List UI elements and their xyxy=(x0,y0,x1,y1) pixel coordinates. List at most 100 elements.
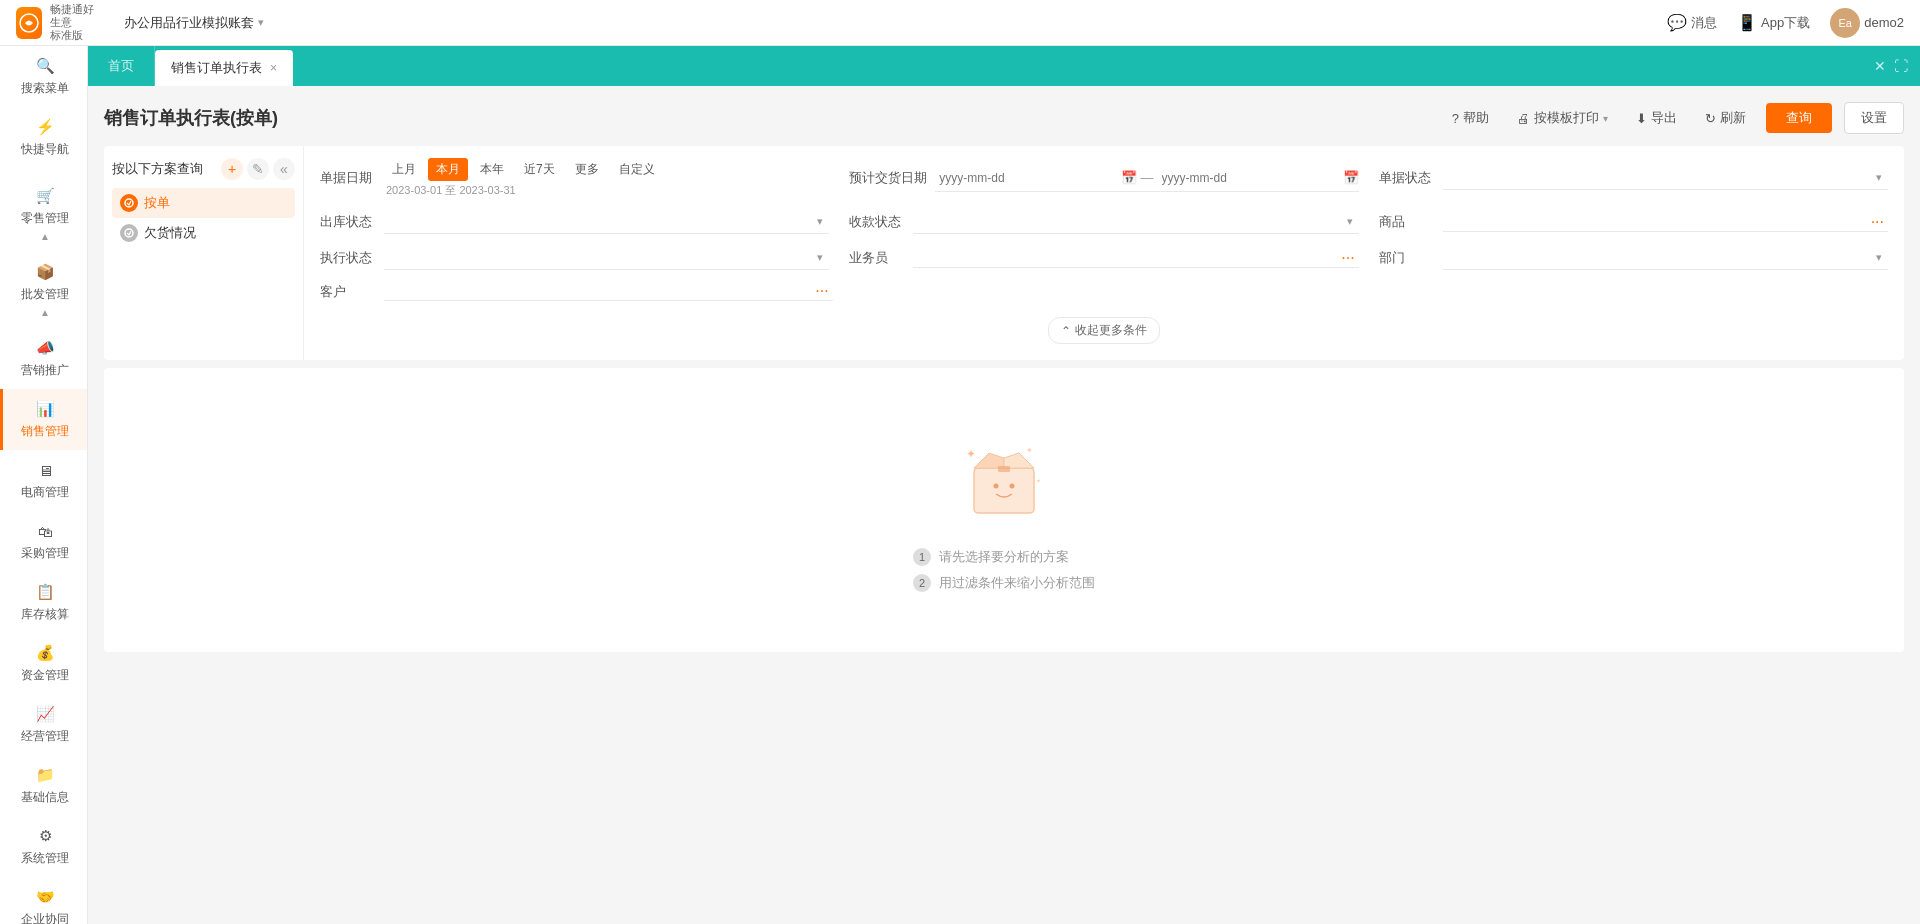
wholesale-icon: 📦 xyxy=(35,262,55,282)
sidebar-item-sales[interactable]: 📊 销售管理 xyxy=(0,389,87,450)
date-tab-this-month[interactable]: 本月 xyxy=(428,158,468,181)
filter-field-date: 单据日期 上月 本月 本年 近7天 更多 自定义 20 xyxy=(320,158,829,198)
ecommerce-icon: 🖥 xyxy=(35,460,55,480)
close-window-btn[interactable]: ✕ xyxy=(1874,58,1886,74)
add-scheme-btn[interactable]: + xyxy=(221,158,243,180)
export-btn[interactable]: ⬇ 导出 xyxy=(1628,105,1685,131)
print-arrow-icon: ▾ xyxy=(1603,113,1608,124)
collab-icon: 🤝 xyxy=(35,887,55,907)
empty-tip-1: 1 请先选择要分析的方案 xyxy=(913,548,1095,566)
status-select[interactable] xyxy=(1443,166,1888,189)
empty-illustration: ✦ ✦ ✦ xyxy=(954,428,1054,528)
dept-select[interactable] xyxy=(1443,246,1888,269)
help-btn[interactable]: ? 帮助 xyxy=(1444,105,1497,131)
forecast-date-start[interactable] xyxy=(935,167,1116,189)
receipt-label: 收款状态 xyxy=(849,213,905,231)
sidebar-item-wholesale[interactable]: 📦 批发管理 ▲ xyxy=(0,252,87,328)
scheme-item-icon-欠货情况 xyxy=(120,224,138,242)
date-tabs-row: 上月 本月 本年 近7天 更多 自定义 xyxy=(384,158,829,181)
svg-point-5 xyxy=(994,484,999,489)
salesperson-picker-btn[interactable]: ··· xyxy=(1337,249,1358,267)
exec-select[interactable] xyxy=(384,246,829,269)
page-actions: ? 帮助 🖨 按模板打印 ▾ ⬇ 导出 ↻ 刷新 xyxy=(1444,102,1904,134)
query-label: 查询 xyxy=(1786,110,1812,125)
sidebar-label-sales: 销售管理 xyxy=(21,423,69,440)
scheme-item-按单[interactable]: 按单 xyxy=(112,188,295,218)
forecast-date-label: 预计交货日期 xyxy=(849,169,927,187)
forecast-date-range: 📅 — 📅 xyxy=(935,165,1358,192)
date-tab-this-year[interactable]: 本年 xyxy=(472,158,512,181)
print-btn[interactable]: 🖨 按模板打印 ▾ xyxy=(1509,105,1616,131)
sidebar-item-system[interactable]: ⚙ 系统管理 xyxy=(0,816,87,877)
sidebar-label-search: 搜索菜单 xyxy=(21,80,69,97)
status-select-wrap[interactable] xyxy=(1443,166,1888,190)
sales-icon: 📊 xyxy=(35,399,55,419)
date-tab-last-month[interactable]: 上月 xyxy=(384,158,424,181)
industry-label: 办公用品行业模拟账套 xyxy=(124,14,254,32)
date-tab-more[interactable]: 更多 xyxy=(567,158,607,181)
refresh-btn[interactable]: ↻ 刷新 xyxy=(1697,105,1754,131)
delivery-select-wrap[interactable] xyxy=(384,210,829,234)
message-btn[interactable]: 💬 消息 xyxy=(1667,13,1717,32)
logo-area: 畅捷通好生意 标准版 xyxy=(16,3,104,43)
filter-left-panel: 按以下方案查询 + ✎ « xyxy=(104,146,304,360)
sidebar-item-marketing[interactable]: 📣 营销推广 xyxy=(0,328,87,389)
receipt-select-wrap[interactable] xyxy=(913,210,1358,234)
dept-label: 部门 xyxy=(1379,249,1435,267)
empty-tip-2: 2 用过滤条件来缩小分析范围 xyxy=(913,574,1095,592)
forecast-calendar-end-icon[interactable]: 📅 xyxy=(1343,170,1359,185)
dept-select-wrap[interactable] xyxy=(1443,246,1888,270)
query-button[interactable]: 查询 xyxy=(1766,103,1832,133)
page-title: 销售订单执行表(按单) xyxy=(104,106,278,130)
finance-icon: 💰 xyxy=(35,643,55,663)
app-download-btn[interactable]: 📱 App下载 xyxy=(1737,13,1810,32)
edit-scheme-btn[interactable]: ✎ xyxy=(247,158,269,180)
sidebar-item-purchase[interactable]: 🛍 采购管理 xyxy=(0,511,87,572)
maximize-window-btn[interactable]: ⛶ xyxy=(1894,58,1908,74)
filter-right-panel: 单据日期 上月 本月 本年 近7天 更多 自定义 20 xyxy=(304,146,1904,360)
delivery-select[interactable] xyxy=(384,210,829,233)
sidebar-label-wholesale: 批发管理 xyxy=(21,286,69,303)
tab-close-btn[interactable]: × xyxy=(270,61,277,75)
logo-text-line1: 畅捷通好生意 xyxy=(50,3,104,29)
filter-row-1: 单据日期 上月 本月 本年 近7天 更多 自定义 20 xyxy=(320,158,1888,198)
user-area[interactable]: Ea demo2 xyxy=(1830,8,1904,38)
sidebar-item-collab[interactable]: 🤝 企业协同 xyxy=(0,877,87,924)
sidebar-item-quick-nav[interactable]: ⚡ 快捷导航 xyxy=(0,107,87,168)
print-label: 按模板打印 xyxy=(1534,109,1599,127)
forecast-date-end[interactable] xyxy=(1158,167,1339,189)
sidebar-item-inventory[interactable]: 📋 库存核算 xyxy=(0,572,87,633)
industry-selector[interactable]: 办公用品行业模拟账套 ▾ xyxy=(104,14,1667,32)
help-label: 帮助 xyxy=(1463,109,1489,127)
filter-field-forecast-date: 预计交货日期 📅 — 📅 xyxy=(849,158,1358,198)
customer-picker-btn[interactable]: ··· xyxy=(811,282,832,300)
settings-button[interactable]: 设置 xyxy=(1844,102,1904,134)
sidebar-item-operations[interactable]: 📈 经营管理 xyxy=(0,694,87,755)
date-label: 单据日期 xyxy=(320,169,376,187)
tab-active-sales[interactable]: 销售订单执行表 × xyxy=(155,50,293,86)
basic-info-icon: 📁 xyxy=(35,765,55,785)
customer-label: 客户 xyxy=(320,283,376,301)
filter-left-btns: + ✎ « xyxy=(221,158,295,180)
scheme-item-欠货情况[interactable]: 欠货情况 xyxy=(112,218,295,248)
date-tab-custom[interactable]: 自定义 xyxy=(611,158,663,181)
exec-select-wrap[interactable] xyxy=(384,246,829,270)
product-picker-btn[interactable]: ··· xyxy=(1867,213,1888,231)
filter-field-customer: 客户 ··· xyxy=(320,282,833,301)
operations-icon: 📈 xyxy=(35,704,55,724)
date-tab-7days[interactable]: 近7天 xyxy=(516,158,563,181)
collapse-btn[interactable]: ⌃ 收起更多条件 xyxy=(1048,317,1160,344)
receipt-select[interactable] xyxy=(913,210,1358,233)
sidebar-label-ecommerce: 电商管理 xyxy=(21,484,69,501)
forecast-calendar-start-icon[interactable]: 📅 xyxy=(1121,170,1137,185)
sidebar-item-basic-info[interactable]: 📁 基础信息 xyxy=(0,755,87,816)
tab-home[interactable]: 首页 xyxy=(88,46,155,86)
avatar: Ea xyxy=(1830,8,1860,38)
tab-bar: 首页 销售订单执行表 × ✕ ⛶ xyxy=(88,46,1920,86)
sidebar-item-ecommerce[interactable]: 🖥 电商管理 xyxy=(0,450,87,511)
sidebar-item-search[interactable]: 🔍 搜索菜单 xyxy=(0,46,87,107)
sidebar-item-retail[interactable]: 🛒 零售管理 ▲ xyxy=(0,176,87,252)
sidebar-item-finance[interactable]: 💰 资金管理 xyxy=(0,633,87,694)
date-separator: — xyxy=(1141,170,1154,185)
collapse-scheme-btn[interactable]: « xyxy=(273,158,295,180)
